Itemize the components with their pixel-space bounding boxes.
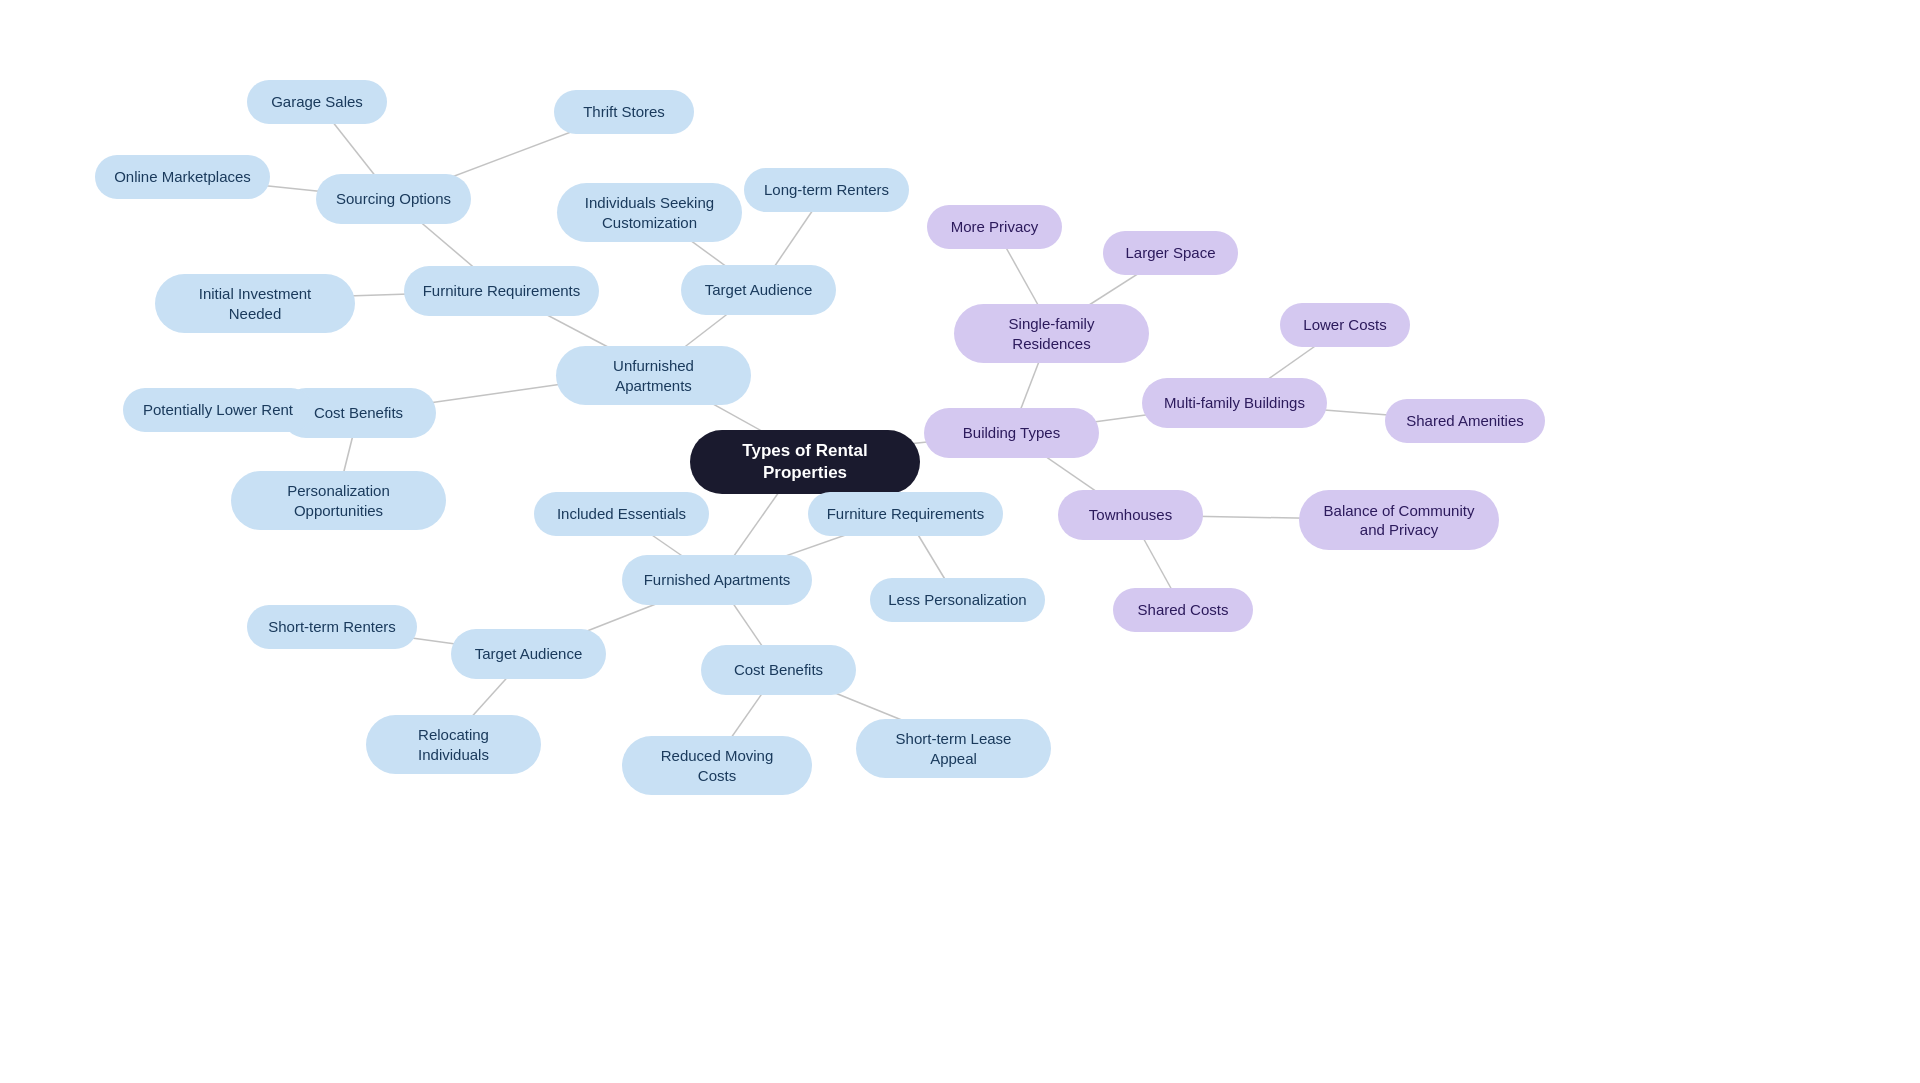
node-personalization: Personalization Opportunities (231, 471, 446, 530)
node-garage_sales: Garage Sales (247, 80, 387, 124)
node-balance_community: Balance of Community and Privacy (1299, 490, 1499, 550)
node-shared_costs: Shared Costs (1113, 588, 1253, 632)
node-townhouses: Townhouses (1058, 490, 1203, 540)
node-furnished: Furnished Apartments (622, 555, 812, 605)
node-relocating_individuals: Relocating Individuals (366, 715, 541, 774)
node-reduced_moving: Reduced Moving Costs (622, 736, 812, 795)
node-building_types: Building Types (924, 408, 1099, 458)
node-cost_benefits_furn: Cost Benefits (701, 645, 856, 695)
node-single_family: Single-family Residences (954, 304, 1149, 363)
node-initial_investment: Initial Investment Needed (155, 274, 355, 333)
node-sourcing_options: Sourcing Options (316, 174, 471, 224)
node-shared_amenities: Shared Amenities (1385, 399, 1545, 443)
node-lower_costs: Lower Costs (1280, 303, 1410, 347)
node-multi_family: Multi-family Buildings (1142, 378, 1327, 428)
node-short_term_renters: Short-term Renters (247, 605, 417, 649)
node-center: Types of Rental Properties (690, 430, 920, 494)
node-thrift_stores: Thrift Stores (554, 90, 694, 134)
node-unfurnished: Unfurnished Apartments (556, 346, 751, 405)
node-target_aud_furn: Target Audience (451, 629, 606, 679)
node-target_aud_unfurn: Target Audience (681, 265, 836, 315)
mind-map-svg (0, 0, 1920, 1083)
node-included_essentials: Included Essentials (534, 492, 709, 536)
node-short_term_lease: Short-term Lease Appeal (856, 719, 1051, 778)
node-longterm_renters: Long-term Renters (744, 168, 909, 212)
node-furniture_req_furn: Furniture Requirements (808, 492, 1003, 536)
node-less_personalization: Less Personalization (870, 578, 1045, 622)
node-larger_space: Larger Space (1103, 231, 1238, 275)
node-more_privacy: More Privacy (927, 205, 1062, 249)
node-furniture_req_unfurn: Furniture Requirements (404, 266, 599, 316)
node-individuals_seeking: Individuals Seeking Customization (557, 183, 742, 242)
node-potentially_lower: Potentially Lower Rent (123, 388, 313, 432)
node-online_marketplaces: Online Marketplaces (95, 155, 270, 199)
